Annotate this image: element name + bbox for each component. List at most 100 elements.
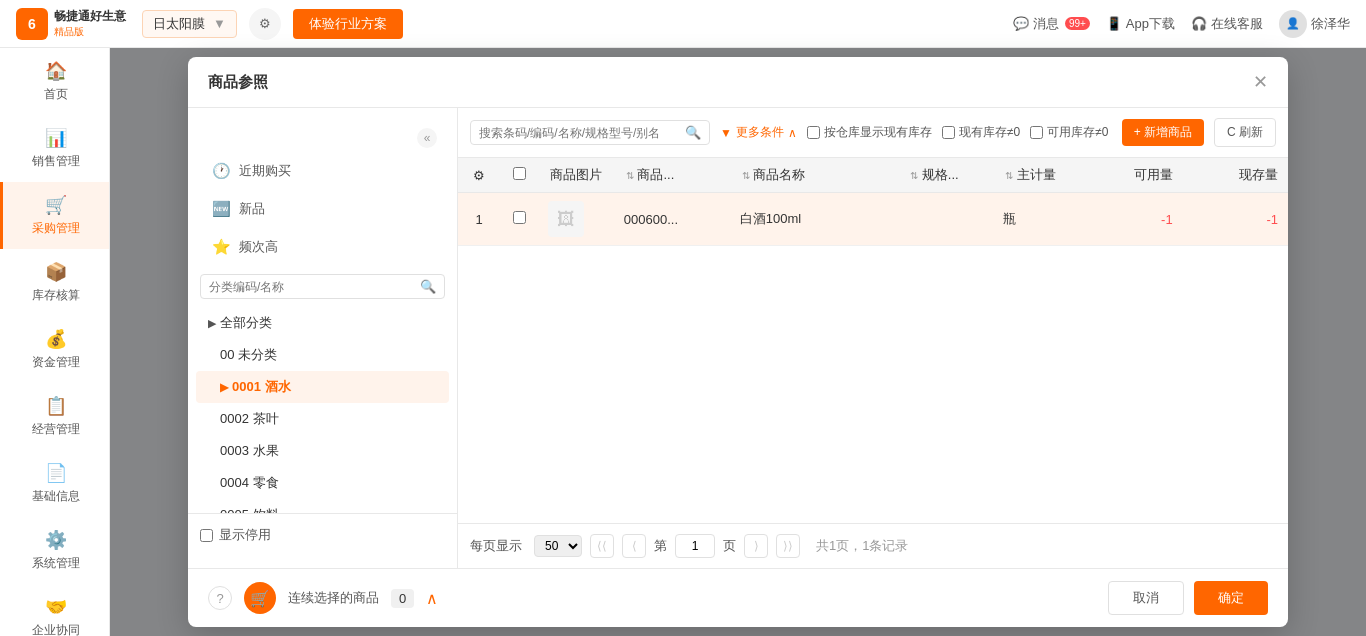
filter-arrow-icon: ∧ bbox=[788, 126, 797, 140]
finance-icon: 💰 bbox=[45, 328, 67, 350]
checkbox-available-nonzero-input[interactable] bbox=[1030, 126, 1043, 139]
category-search-icon[interactable]: 🔍 bbox=[420, 279, 436, 294]
category-0004[interactable]: 0004 零食 bbox=[196, 467, 449, 499]
right-toolbar: 🔍 ▼ 更多条件 ∧ 按仓库显示现有库存 bbox=[458, 108, 1288, 158]
page-total: 共1页，1条记录 bbox=[816, 537, 908, 555]
checkbox-warehouse[interactable]: 按仓库显示现有库存 bbox=[807, 124, 932, 141]
sidebar-item-inventory[interactable]: 📦 库存核算 bbox=[0, 249, 109, 316]
main-search-bar[interactable]: 🔍 bbox=[470, 120, 710, 145]
confirm-button[interactable]: 确定 bbox=[1194, 581, 1268, 615]
store-name: 日太阳膜 bbox=[153, 15, 205, 33]
sidebar-item-enterprise-label: 企业协同 bbox=[32, 622, 80, 636]
category-0003-label: 0003 水果 bbox=[220, 442, 279, 460]
new-label: 新品 bbox=[239, 200, 265, 218]
sort-name-icon: ⇅ bbox=[742, 170, 750, 181]
category-0001[interactable]: ▶ 0001 酒水 bbox=[196, 371, 449, 403]
close-icon[interactable]: ✕ bbox=[1253, 71, 1268, 93]
category-search-bar[interactable]: 🔍 bbox=[200, 274, 445, 299]
sidebar-item-inventory-label: 库存核算 bbox=[32, 287, 80, 304]
sidebar-item-enterprise[interactable]: 🤝 企业协同 bbox=[0, 584, 109, 636]
store-selector[interactable]: 日太阳膜 ▼ bbox=[142, 10, 237, 38]
category-all-label: 全部分类 bbox=[220, 314, 272, 332]
category-00[interactable]: 00 未分类 bbox=[196, 339, 449, 371]
col-header-code[interactable]: ⇅ 商品... bbox=[614, 158, 730, 193]
sidebar-item-purchase-label: 采购管理 bbox=[32, 220, 80, 237]
per-page-label: 每页显示 bbox=[470, 537, 522, 555]
headset-icon: 🎧 bbox=[1191, 16, 1207, 31]
sidebar-item-sales-label: 销售管理 bbox=[32, 153, 80, 170]
filter-button[interactable]: ▼ 更多条件 ∧ bbox=[720, 124, 797, 141]
trial-button[interactable]: 体验行业方案 bbox=[293, 9, 403, 39]
recent-purchases-item[interactable]: 🕐 近期购买 bbox=[200, 156, 445, 186]
sidebar-item-operations[interactable]: 📋 经营管理 bbox=[0, 383, 109, 450]
sidebar-item-purchase[interactable]: 🛒 采购管理 bbox=[0, 182, 109, 249]
add-product-button[interactable]: + 新增商品 bbox=[1122, 119, 1204, 146]
page-next-button[interactable]: ⟩ bbox=[744, 534, 768, 558]
modal-backdrop: 商品参照 ✕ « 🕐 近期购买 bbox=[110, 48, 1366, 636]
show-disabled-input[interactable] bbox=[200, 529, 213, 542]
cart-icon[interactable]: 🛒 bbox=[244, 582, 276, 614]
basic-icon: 📄 bbox=[45, 462, 67, 484]
online-service-item[interactable]: 🎧 在线客服 bbox=[1191, 15, 1263, 33]
inventory-icon: 📦 bbox=[45, 261, 67, 283]
page-prev-button[interactable]: ⟨ bbox=[622, 534, 646, 558]
category-search-input[interactable] bbox=[209, 280, 420, 294]
category-0003[interactable]: 0003 水果 bbox=[196, 435, 449, 467]
table-header-row: ⚙ 商品图片 ⇅ 商品... bbox=[458, 158, 1288, 193]
category-0002[interactable]: 0002 茶叶 bbox=[196, 403, 449, 435]
sidebar-item-basic[interactable]: 📄 基础信息 bbox=[0, 450, 109, 517]
sidebar-item-system[interactable]: ⚙️ 系统管理 bbox=[0, 517, 109, 584]
col-header-name[interactable]: ⇅ 商品名称 bbox=[730, 158, 899, 193]
col-header-stock: 现存量 bbox=[1183, 158, 1288, 193]
sidebar-item-finance[interactable]: 💰 资金管理 bbox=[0, 316, 109, 383]
category-0004-label: 0004 零食 bbox=[220, 474, 279, 492]
app-download-item[interactable]: 📱 App下载 bbox=[1106, 15, 1175, 33]
show-disabled-checkbox[interactable]: 显示停用 bbox=[200, 526, 271, 544]
per-page-select[interactable]: 50 bbox=[534, 535, 582, 557]
page-last-button[interactable]: ⟩⟩ bbox=[776, 534, 800, 558]
search-icon[interactable]: 🔍 bbox=[685, 125, 701, 140]
new-icon: 🆕 bbox=[212, 200, 231, 218]
select-all-checkbox[interactable] bbox=[513, 167, 526, 180]
row-code: 000600... bbox=[614, 193, 730, 246]
category-all[interactable]: ▶ 全部分类 bbox=[196, 307, 449, 339]
gear-icon[interactable]: ⚙ bbox=[249, 8, 281, 40]
category-0005[interactable]: 0005 饮料 bbox=[196, 499, 449, 513]
product-thumbnail: 🖼 bbox=[548, 201, 584, 237]
help-icon[interactable]: ? bbox=[208, 586, 232, 610]
logo-area: 6 畅捷通好生意 精品版 bbox=[16, 8, 126, 40]
row-check[interactable] bbox=[500, 193, 538, 246]
checkbox-available-nonzero[interactable]: 可用库存≠0 bbox=[1030, 124, 1108, 141]
row-stock: -1 bbox=[1183, 193, 1288, 246]
col-header-spec[interactable]: ⇅ 规格... bbox=[898, 158, 993, 193]
collapse-left-button[interactable]: « bbox=[417, 128, 437, 148]
checkbox-stock-nonzero[interactable]: 现有库存≠0 bbox=[942, 124, 1020, 141]
col-header-check[interactable] bbox=[500, 158, 538, 193]
col-header-unit[interactable]: ⇅ 主计量 bbox=[993, 158, 1077, 193]
new-products-item[interactable]: 🆕 新品 bbox=[200, 194, 445, 224]
page-first-button[interactable]: ⟨⟨ bbox=[590, 534, 614, 558]
cancel-button[interactable]: 取消 bbox=[1108, 581, 1184, 615]
right-panel: 🔍 ▼ 更多条件 ∧ 按仓库显示现有库存 bbox=[458, 108, 1288, 568]
main-layout: 🏠 首页 📊 销售管理 🛒 采购管理 📦 库存核算 💰 资金管理 📋 经营管理 … bbox=[0, 48, 1366, 636]
table-row[interactable]: 1 🖼 000600... 白酒100ml 瓶 bbox=[458, 193, 1288, 246]
page-suffix: 页 bbox=[723, 537, 736, 555]
footer-left: ? 🛒 连续选择的商品 0 ∧ bbox=[208, 582, 438, 614]
checkbox-warehouse-input[interactable] bbox=[807, 126, 820, 139]
collapse-up-icon[interactable]: ∧ bbox=[426, 589, 438, 608]
sidebar-item-home[interactable]: 🏠 首页 bbox=[0, 48, 109, 115]
checkbox-stock-nonzero-label: 现有库存≠0 bbox=[959, 124, 1020, 141]
refresh-button[interactable]: C 刷新 bbox=[1214, 118, 1276, 147]
checkbox-stock-nonzero-input[interactable] bbox=[942, 126, 955, 139]
page-input[interactable] bbox=[675, 534, 715, 558]
main-search-input[interactable] bbox=[479, 126, 685, 140]
modal-footer: ? 🛒 连续选择的商品 0 ∧ 取消 确定 bbox=[188, 568, 1288, 627]
col-header-settings[interactable]: ⚙ bbox=[458, 158, 500, 193]
page-label: 第 bbox=[654, 537, 667, 555]
frequent-item[interactable]: ⭐ 频次高 bbox=[200, 232, 445, 262]
sidebar-item-finance-label: 资金管理 bbox=[32, 354, 80, 371]
sidebar-item-sales[interactable]: 📊 销售管理 bbox=[0, 115, 109, 182]
user-nav-item[interactable]: 👤 徐泽华 bbox=[1279, 10, 1350, 38]
row-checkbox[interactable] bbox=[513, 211, 526, 224]
messages-nav-item[interactable]: 💬 消息 99+ bbox=[1013, 15, 1090, 33]
